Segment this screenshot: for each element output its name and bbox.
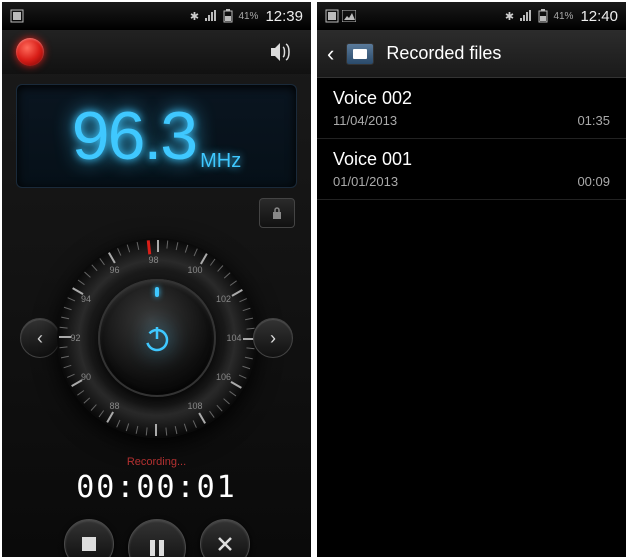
file-date: 11/04/2013 [333, 113, 397, 128]
pause-button[interactable] [128, 519, 186, 557]
dial-tick-label: 100 [188, 265, 203, 275]
playback-controls [2, 519, 311, 557]
screenshot-icon [10, 9, 24, 23]
dial-tick-label: 96 [110, 265, 120, 275]
power-icon [137, 318, 177, 358]
tuning-dial-area: ‹ 88 90 92 94 96 98 100 102 104 106 108 › [2, 228, 311, 448]
recording-label: Recording... [2, 456, 311, 468]
clock: 12:39 [265, 8, 303, 25]
lock-button[interactable] [259, 198, 295, 228]
file-list: Voice 002 11/04/2013 01:35 Voice 001 01/01/2… [317, 78, 626, 200]
battery-icon [221, 9, 235, 23]
file-date: 01/01/2013 [333, 174, 398, 189]
radio-screen: ✱ 41% 12:39 96.3 MHz ‹ 88 90 92 94 96 98 100 10… [2, 2, 311, 557]
top-bar [2, 30, 311, 74]
status-bar: ✱ 41% 12:39 [2, 2, 311, 30]
cancel-button[interactable] [200, 519, 250, 557]
dial-tick-label: 102 [216, 294, 231, 304]
tune-next-button[interactable]: › [253, 318, 293, 358]
tune-prev-button[interactable]: ‹ [20, 318, 60, 358]
picture-icon [342, 9, 356, 23]
frequency-display: 96.3 MHz [16, 84, 297, 188]
speaker-icon[interactable] [265, 39, 297, 65]
file-duration: 00:09 [577, 174, 610, 189]
list-item[interactable]: Voice 002 11/04/2013 01:35 [317, 78, 626, 139]
file-duration: 01:35 [577, 113, 610, 128]
file-name: Voice 001 [333, 149, 610, 170]
battery-pct: 41% [553, 11, 573, 22]
screenshot-icon [325, 9, 339, 23]
clock: 12:40 [580, 8, 618, 25]
battery-icon [536, 9, 550, 23]
app-header: ‹ Recorded files [317, 30, 626, 78]
status-bar: ✱ 41% 12:40 [317, 2, 626, 30]
record-timer: 00:00:01 [2, 470, 311, 505]
list-item[interactable]: Voice 001 01/01/2013 00:09 [317, 139, 626, 200]
frequency-value: 96.3 [72, 97, 196, 175]
recorder-app-icon [346, 43, 374, 65]
dial-tick-label: 108 [188, 401, 203, 411]
dial-tick-label: 104 [227, 333, 242, 343]
record-button[interactable] [16, 38, 44, 66]
signal-icon [204, 9, 218, 23]
dial-knob[interactable] [98, 279, 216, 397]
stop-button[interactable] [64, 519, 114, 557]
bluetooth-icon: ✱ [187, 9, 201, 23]
dial-tick-label: 90 [81, 372, 91, 382]
dial-tick-label: 98 [149, 255, 159, 265]
dial-tick-label: 106 [216, 372, 231, 382]
header-title: Recorded files [386, 43, 501, 64]
dial-tick-label: 94 [81, 294, 91, 304]
back-button[interactable]: ‹ [327, 41, 334, 67]
dial-indicator-icon [155, 287, 159, 297]
dial-tick-label: 88 [110, 401, 120, 411]
battery-pct: 41% [238, 11, 258, 22]
signal-icon [519, 9, 533, 23]
bluetooth-icon: ✱ [502, 9, 516, 23]
files-screen: ✱ 41% 12:40 ‹ Recorded files Voice 002 11… [317, 2, 626, 557]
file-name: Voice 002 [333, 88, 610, 109]
tuning-dial[interactable]: 88 90 92 94 96 98 100 102 104 106 108 [57, 238, 257, 438]
frequency-unit: MHz [200, 150, 241, 173]
dial-tick-label: 92 [71, 333, 81, 343]
